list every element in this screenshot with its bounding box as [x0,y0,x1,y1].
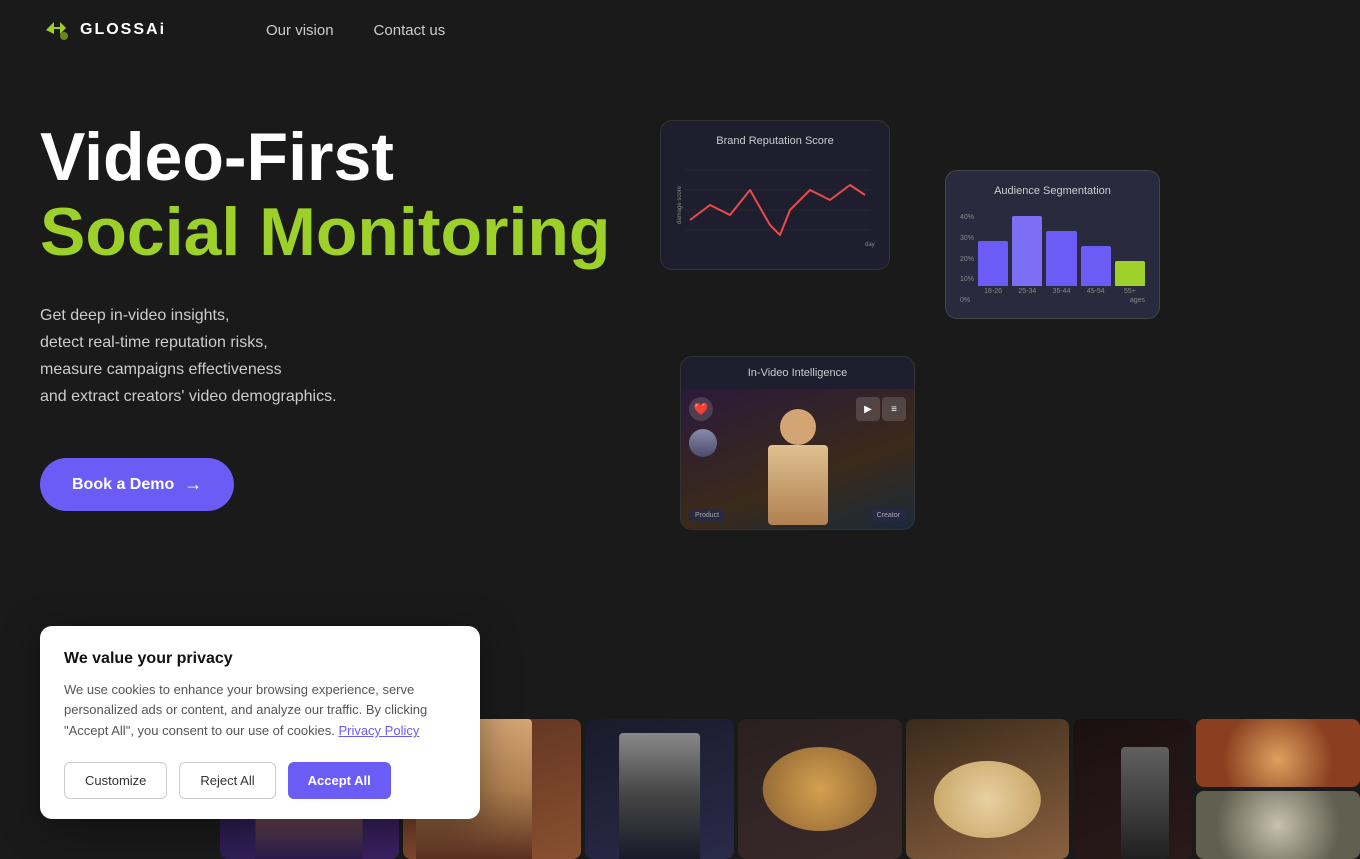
bar-35-44: 35-44 [1046,231,1076,295]
bar-chart: 40% 30% 20% 10% 0% 18-26 25-34 [960,205,1145,304]
more-icon: ≡ [882,397,906,421]
video-thumb-double-col [1196,719,1360,859]
hero-title-line2: Social Monitoring [40,195,620,270]
cookie-body: We use cookies to enhance your browsing … [64,680,456,742]
brand-reputation-card: Brand Reputation Score damage score days [660,120,890,270]
video-thumb-3 [585,719,734,859]
bar-label: 35-44 [1053,288,1071,295]
like-icon: ❤️ [689,397,713,421]
y-label-0: 0% [960,297,974,304]
svg-text:damage score: damage score [677,185,683,224]
cookie-banner: We value your privacy We use cookies to … [40,626,480,819]
brand-card-title: Brand Reputation Score [675,135,875,147]
nav-links: Our vision Contact us [266,22,445,39]
play-icon: ▶ [856,397,880,421]
bar-18-26: 18-26 [978,241,1008,295]
brand-sparkline: damage score days [675,155,875,255]
bar-25-34: 25-34 [1012,216,1042,295]
bar-label: 55+ [1124,288,1136,295]
bar-y-axis: 40% 30% 20% 10% 0% [960,214,974,304]
bars-row: 18-26 25-34 35-44 45-54 [978,205,1145,295]
audience-card-title: Audience Segmentation [960,185,1145,197]
bar-fill [1115,261,1145,286]
customize-button[interactable]: Customize [64,762,167,799]
bar-label: 45-54 [1087,288,1105,295]
bar-fill [1012,216,1042,286]
bar-label: 18-26 [984,288,1002,295]
video-thumbnail: ❤️ ▶ ≡ Product Creator [681,389,914,529]
audience-segmentation-card: Audience Segmentation 40% 30% 20% 10% 0%… [945,170,1160,319]
bar-55plus: 55+ [1115,261,1145,295]
hero-section: Video-First Social Monitoring Get deep i… [0,60,1360,620]
book-demo-button[interactable]: Book a Demo → [40,458,234,511]
y-label-40: 40% [960,214,974,221]
book-demo-label: Book a Demo [72,476,174,494]
bar-fill [978,241,1008,286]
video-thumb-7 [1196,719,1360,787]
video-thumb-6 [1073,719,1192,859]
video-thumb-5 [906,719,1070,859]
food-visual [762,747,877,831]
avatar-overlay [689,429,717,457]
privacy-policy-link[interactable]: Privacy Policy [338,723,419,738]
bar-fill [1081,246,1111,286]
hero-text: Video-First Social Monitoring Get deep i… [40,120,620,580]
person-silhouette [619,733,701,859]
y-label-30: 30% [960,235,974,242]
video-tag-left: Product [689,510,725,521]
bar-fill [1046,231,1076,286]
video-tag-right: Creator [871,510,906,521]
svg-text:days: days [865,242,875,248]
bars-container: 18-26 25-34 35-44 45-54 [978,205,1145,304]
food-visual [934,761,1040,838]
in-video-intelligence-card: In-Video Intelligence ❤️ ▶ ≡ Product Cre… [680,356,915,530]
product-visual [1121,747,1169,859]
nav-link-our-vision[interactable]: Our vision [266,22,334,39]
hero-description: Get deep in-video insights, detect real-… [40,302,620,411]
accept-all-button[interactable]: Accept All [288,762,391,799]
logo[interactable]: GLOSSAi [40,14,166,46]
bar-label: 25-34 [1018,288,1036,295]
nav-link-contact-us[interactable]: Contact us [374,22,446,39]
video-thumb-4 [738,719,902,859]
video-card-title: In-Video Intelligence [681,357,914,389]
hero-title-line1: Video-First [40,120,620,195]
video-thumb-8 [1196,791,1360,859]
y-label-10: 10% [960,276,974,283]
logo-icon [40,14,72,46]
logo-text: GLOSSAi [80,21,166,39]
arrow-right-icon: → [184,474,202,495]
food-visual [1196,791,1360,859]
reject-all-button[interactable]: Reject All [179,762,275,799]
hero-visuals: Brand Reputation Score damage score days [660,120,1160,540]
bar-45-54: 45-54 [1081,246,1111,295]
cookie-title: We value your privacy [64,650,456,668]
brand-chart-area: damage score days [675,155,875,255]
ages-label: ages [978,297,1145,304]
y-label-20: 20% [960,256,974,263]
food-visual [1196,719,1360,787]
navbar: GLOSSAi Our vision Contact us [0,0,1360,60]
cookie-buttons: Customize Reject All Accept All [64,762,456,799]
